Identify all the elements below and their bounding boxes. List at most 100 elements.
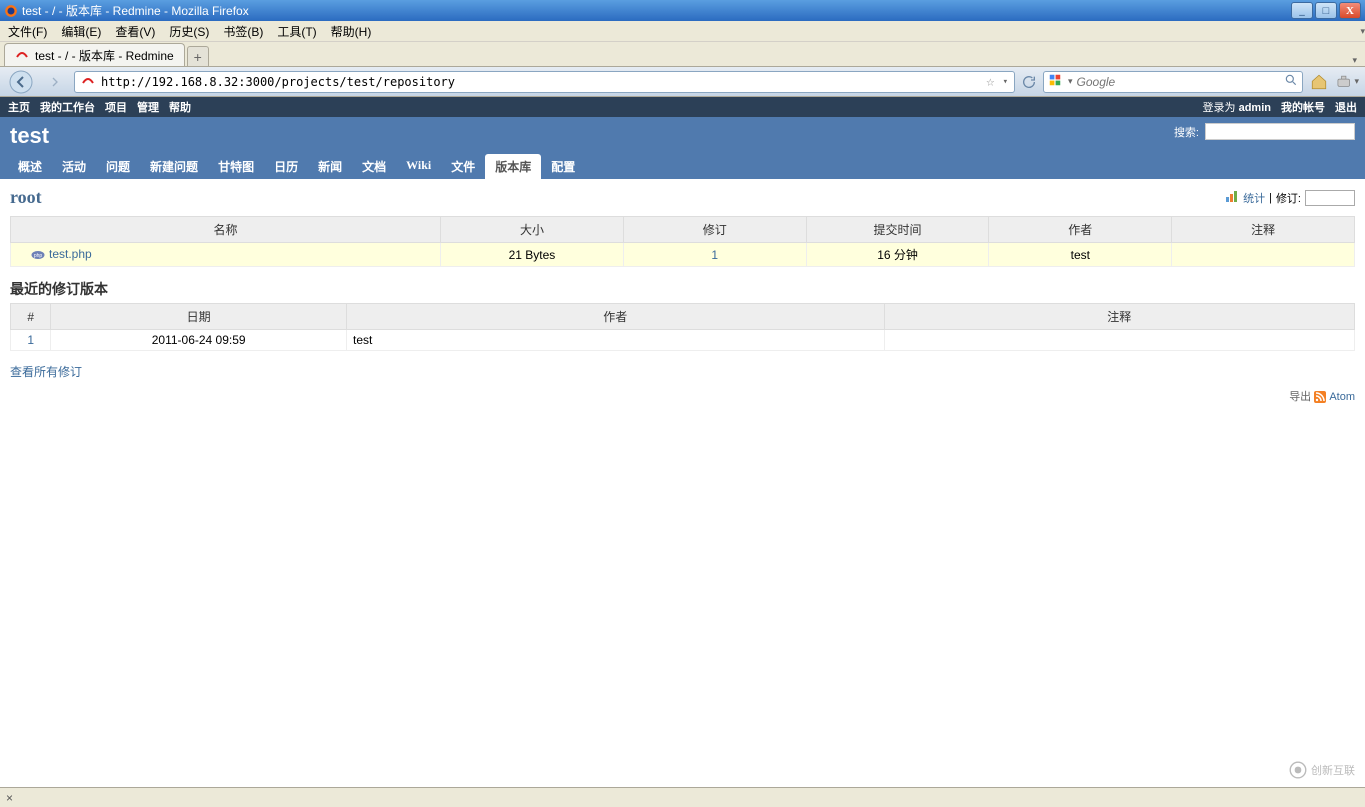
- tab-0[interactable]: 概述: [8, 154, 52, 179]
- reload-button[interactable]: [1019, 74, 1039, 90]
- search-submit-icon[interactable]: [1284, 73, 1298, 90]
- menubar-overflow-icon[interactable]: ▾: [1360, 26, 1365, 37]
- topnav-admin[interactable]: 管理: [137, 99, 159, 115]
- files-table: 名称大小修订提交时间作者注释 phptest.php21 Bytes116 分钟…: [10, 216, 1355, 267]
- stats-link[interactable]: 统计: [1243, 190, 1265, 206]
- close-window-button[interactable]: X: [1339, 2, 1361, 19]
- tab-7[interactable]: 文档: [352, 154, 396, 179]
- file-cell-size: 21 Bytes: [441, 243, 624, 267]
- status-close-icon[interactable]: ×: [6, 791, 13, 805]
- revisions-table: #日期作者注释 12011-06-24 09:59test: [10, 303, 1355, 351]
- redmine-topbar: 主页 我的工作台 项目 管理 帮助 登录为 admin 我的帐号 退出: [0, 97, 1365, 117]
- menu-view[interactable]: 查看(V): [115, 23, 155, 40]
- topnav-projects[interactable]: 项目: [105, 99, 127, 115]
- menu-history[interactable]: 历史(S): [169, 23, 209, 40]
- search-label[interactable]: 搜索:: [1174, 124, 1199, 140]
- project-title: test: [10, 123, 1355, 149]
- topnav-myaccount[interactable]: 我的帐号: [1281, 99, 1325, 115]
- menu-help[interactable]: 帮助(H): [331, 23, 372, 40]
- menu-edit[interactable]: 编辑(E): [61, 23, 101, 40]
- files-header-0: 名称: [11, 217, 441, 243]
- tab-1[interactable]: 活动: [52, 154, 96, 179]
- revision-input[interactable]: [1305, 190, 1355, 206]
- watermark-text: 创新互联: [1311, 762, 1355, 778]
- topnav-logout[interactable]: 退出: [1335, 99, 1357, 115]
- rev-link[interactable]: 1: [711, 248, 718, 262]
- forward-button[interactable]: [40, 69, 70, 95]
- rev-cell-comment: [884, 330, 1354, 351]
- php-file-icon: php: [31, 248, 45, 262]
- tab-5[interactable]: 日历: [264, 154, 308, 179]
- rev-header-3: 注释: [884, 304, 1354, 330]
- google-icon: [1048, 73, 1062, 90]
- topnav-home[interactable]: 主页: [8, 99, 30, 115]
- new-tab-button[interactable]: +: [187, 46, 209, 66]
- svg-text:php: php: [34, 253, 43, 259]
- file-cell-rev[interactable]: 1: [623, 243, 806, 267]
- revision-num-link[interactable]: 1: [27, 333, 34, 347]
- topnav-mypage[interactable]: 我的工作台: [40, 99, 95, 115]
- redmine-favicon-icon: [15, 47, 29, 64]
- plugin-button[interactable]: ▾: [1335, 71, 1359, 93]
- rev-cell-author: test: [346, 330, 884, 351]
- separator: |: [1269, 192, 1272, 204]
- stats-icon: [1225, 189, 1239, 206]
- tab-11[interactable]: 配置: [541, 154, 585, 179]
- watermark-logo-icon: ⦿: [1289, 757, 1307, 783]
- files-header-4: 作者: [989, 217, 1172, 243]
- tab-2[interactable]: 问题: [96, 154, 140, 179]
- rev-header-1: 日期: [51, 304, 347, 330]
- tab-10[interactable]: 版本库: [485, 154, 541, 179]
- firefox-menubar: 文件(F) 编辑(E) 查看(V) 历史(S) 书签(B) 工具(T) 帮助(H…: [0, 21, 1365, 42]
- redmine-content: root 统计 | 修订: 名称大小修订提交时间作者注释 phptest.php…: [0, 179, 1365, 420]
- browser-tab[interactable]: test - / - 版本库 - Redmine: [4, 43, 185, 66]
- atom-feed-icon: [1314, 391, 1326, 403]
- topnav-help[interactable]: 帮助: [169, 99, 191, 115]
- url-bar[interactable]: ☆ ▾: [74, 71, 1015, 93]
- tab-8[interactable]: Wiki: [396, 154, 441, 179]
- file-cell-time: 16 分钟: [806, 243, 989, 267]
- tab-title: test - / - 版本库 - Redmine: [35, 47, 174, 64]
- files-header-5: 注释: [1172, 217, 1355, 243]
- minimize-button[interactable]: _: [1291, 2, 1313, 19]
- menu-bookmarks[interactable]: 书签(B): [223, 23, 263, 40]
- bookmark-star-icon[interactable]: ☆: [986, 74, 994, 90]
- recent-revisions-title: 最近的修订版本: [10, 279, 1355, 299]
- revision-label: 修订:: [1276, 190, 1301, 206]
- search-input[interactable]: [1077, 75, 1280, 89]
- export-atom-link[interactable]: Atom: [1329, 391, 1355, 403]
- menu-file[interactable]: 文件(F): [8, 23, 47, 40]
- redmine-header: test 搜索: 概述活动问题新建问题甘特图日历新闻文档Wiki文件版本库配置: [0, 117, 1365, 179]
- maximize-button[interactable]: □: [1315, 2, 1337, 19]
- export-row: 导出 Atom: [10, 380, 1355, 412]
- tabbar-overflow-icon[interactable]: ▾: [1352, 55, 1357, 66]
- watermark: ⦿ 创新互联: [1289, 757, 1355, 783]
- url-dropdown-icon[interactable]: ▾: [1003, 77, 1008, 87]
- file-link[interactable]: test.php: [49, 247, 92, 261]
- menu-tools[interactable]: 工具(T): [277, 23, 316, 40]
- tab-6[interactable]: 新闻: [308, 154, 352, 179]
- os-titlebar: test - / - 版本库 - Redmine - Mozilla Firef…: [0, 0, 1365, 21]
- url-favicon-icon: [81, 73, 95, 90]
- firefox-tabbar: test - / - 版本库 - Redmine + ▾: [0, 42, 1365, 67]
- files-header-2: 修订: [623, 217, 806, 243]
- url-input[interactable]: [101, 75, 980, 89]
- firefox-addressbar-row: ☆ ▾ ▾ ▾: [0, 67, 1365, 97]
- plugin-dropdown-icon[interactable]: ▾: [1354, 76, 1359, 87]
- rev-cell-num: 1: [11, 330, 51, 351]
- files-header-3: 提交时间: [806, 217, 989, 243]
- back-button[interactable]: [6, 69, 36, 95]
- tab-9[interactable]: 文件: [441, 154, 485, 179]
- search-engine-dropdown-icon[interactable]: ▾: [1068, 76, 1073, 87]
- view-all-revisions-link[interactable]: 查看所有修订: [10, 365, 82, 379]
- search-bar[interactable]: ▾: [1043, 71, 1303, 93]
- rev-header-0: #: [11, 304, 51, 330]
- redmine-search-input[interactable]: [1205, 123, 1355, 140]
- home-button[interactable]: [1307, 71, 1331, 93]
- logged-user-link[interactable]: admin: [1239, 102, 1271, 114]
- file-cell-comment: [1172, 243, 1355, 267]
- tab-4[interactable]: 甘特图: [208, 154, 264, 179]
- tab-3[interactable]: 新建问题: [140, 154, 208, 179]
- export-label: 导出: [1289, 391, 1311, 403]
- firefox-icon: [4, 4, 18, 18]
